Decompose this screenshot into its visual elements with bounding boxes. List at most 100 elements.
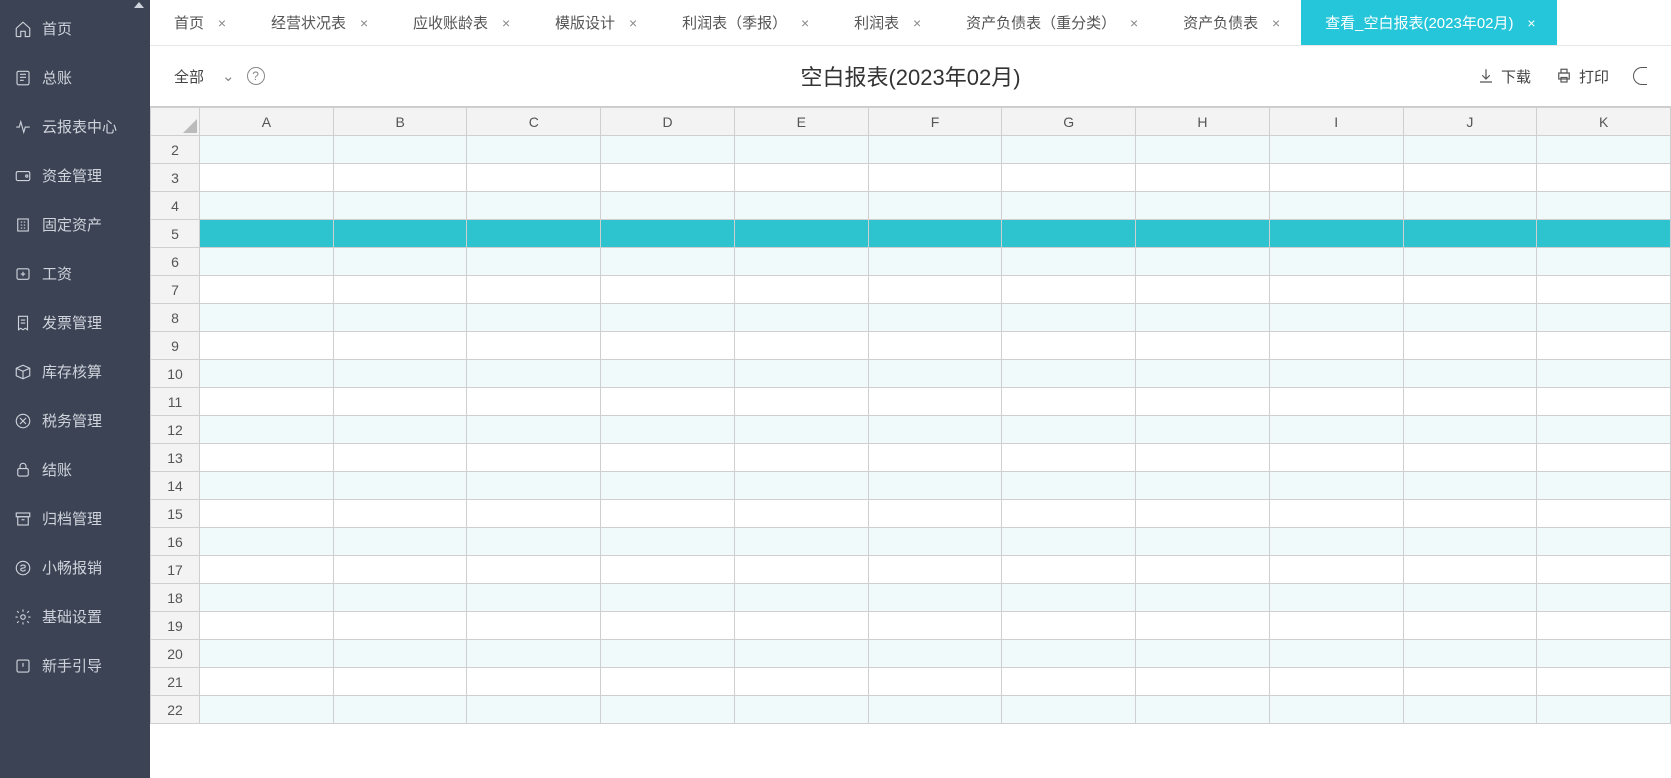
cell-C21[interactable]: [467, 668, 601, 696]
print-button[interactable]: 打印: [1555, 66, 1609, 87]
cell-A18[interactable]: [200, 584, 334, 612]
cell-D17[interactable]: [601, 556, 735, 584]
cell-F16[interactable]: [868, 528, 1002, 556]
cell-J9[interactable]: [1403, 332, 1537, 360]
cell-K9[interactable]: [1537, 332, 1671, 360]
tab-0[interactable]: 首页×: [150, 0, 247, 45]
close-icon[interactable]: ×: [625, 15, 641, 31]
cell-G16[interactable]: [1002, 528, 1136, 556]
row-header-8[interactable]: 8: [151, 304, 200, 332]
cell-K22[interactable]: [1537, 696, 1671, 724]
cell-E21[interactable]: [734, 668, 868, 696]
tab-7[interactable]: 资产负债表×: [1159, 0, 1301, 45]
cell-I5[interactable]: [1269, 220, 1403, 248]
cell-F22[interactable]: [868, 696, 1002, 724]
cell-F17[interactable]: [868, 556, 1002, 584]
sidebar-item-report-center[interactable]: 云报表中心: [0, 102, 150, 151]
sidebar-item-expense[interactable]: 小畅报销: [0, 543, 150, 592]
cell-D16[interactable]: [601, 528, 735, 556]
cell-J3[interactable]: [1403, 164, 1537, 192]
download-button[interactable]: 下载: [1477, 66, 1531, 87]
cell-K6[interactable]: [1537, 248, 1671, 276]
sidebar-item-tax[interactable]: 税务管理: [0, 396, 150, 445]
cell-D13[interactable]: [601, 444, 735, 472]
cell-H2[interactable]: [1136, 136, 1270, 164]
cell-C15[interactable]: [467, 500, 601, 528]
cell-E20[interactable]: [734, 640, 868, 668]
column-header-J[interactable]: J: [1403, 108, 1537, 136]
column-header-A[interactable]: A: [200, 108, 334, 136]
row-header-5[interactable]: 5: [151, 220, 200, 248]
sidebar-item-salary[interactable]: 工资: [0, 249, 150, 298]
cell-B2[interactable]: [333, 136, 467, 164]
sidebar-item-inventory[interactable]: 库存核算: [0, 347, 150, 396]
cell-E17[interactable]: [734, 556, 868, 584]
row-header-3[interactable]: 3: [151, 164, 200, 192]
cell-D12[interactable]: [601, 416, 735, 444]
cell-E10[interactable]: [734, 360, 868, 388]
row-header-17[interactable]: 17: [151, 556, 200, 584]
row-header-20[interactable]: 20: [151, 640, 200, 668]
cell-H15[interactable]: [1136, 500, 1270, 528]
cell-J2[interactable]: [1403, 136, 1537, 164]
cell-K21[interactable]: [1537, 668, 1671, 696]
cell-J22[interactable]: [1403, 696, 1537, 724]
cell-B12[interactable]: [333, 416, 467, 444]
tab-4[interactable]: 利润表（季报）×: [658, 0, 830, 45]
cell-K16[interactable]: [1537, 528, 1671, 556]
cell-F15[interactable]: [868, 500, 1002, 528]
cell-E11[interactable]: [734, 388, 868, 416]
cell-C19[interactable]: [467, 612, 601, 640]
cell-G17[interactable]: [1002, 556, 1136, 584]
cell-A13[interactable]: [200, 444, 334, 472]
cell-D15[interactable]: [601, 500, 735, 528]
row-header-6[interactable]: 6: [151, 248, 200, 276]
cell-F20[interactable]: [868, 640, 1002, 668]
cell-I9[interactable]: [1269, 332, 1403, 360]
row-header-19[interactable]: 19: [151, 612, 200, 640]
cell-G14[interactable]: [1002, 472, 1136, 500]
cell-J7[interactable]: [1403, 276, 1537, 304]
cell-A8[interactable]: [200, 304, 334, 332]
cell-F21[interactable]: [868, 668, 1002, 696]
cell-H20[interactable]: [1136, 640, 1270, 668]
cell-K5[interactable]: [1537, 220, 1671, 248]
cell-D2[interactable]: [601, 136, 735, 164]
cell-H22[interactable]: [1136, 696, 1270, 724]
cell-H21[interactable]: [1136, 668, 1270, 696]
cell-A6[interactable]: [200, 248, 334, 276]
cell-D3[interactable]: [601, 164, 735, 192]
cell-J6[interactable]: [1403, 248, 1537, 276]
sidebar-item-guide[interactable]: 新手引导: [0, 641, 150, 690]
row-header-11[interactable]: 11: [151, 388, 200, 416]
cell-G8[interactable]: [1002, 304, 1136, 332]
cell-J19[interactable]: [1403, 612, 1537, 640]
cell-I21[interactable]: [1269, 668, 1403, 696]
sidebar-item-closing[interactable]: 结账: [0, 445, 150, 494]
cell-H18[interactable]: [1136, 584, 1270, 612]
cell-B8[interactable]: [333, 304, 467, 332]
cell-E16[interactable]: [734, 528, 868, 556]
close-icon[interactable]: ×: [214, 15, 230, 31]
filter-select[interactable]: 全部 ⌄: [174, 66, 235, 87]
row-header-22[interactable]: 22: [151, 696, 200, 724]
refresh-icon[interactable]: [1633, 67, 1647, 85]
cell-B22[interactable]: [333, 696, 467, 724]
cell-D10[interactable]: [601, 360, 735, 388]
cell-G15[interactable]: [1002, 500, 1136, 528]
column-header-I[interactable]: I: [1269, 108, 1403, 136]
cell-B15[interactable]: [333, 500, 467, 528]
cell-B21[interactable]: [333, 668, 467, 696]
cell-B19[interactable]: [333, 612, 467, 640]
cell-E2[interactable]: [734, 136, 868, 164]
cell-K10[interactable]: [1537, 360, 1671, 388]
cell-F5[interactable]: [868, 220, 1002, 248]
row-header-4[interactable]: 4: [151, 192, 200, 220]
cell-K2[interactable]: [1537, 136, 1671, 164]
cell-I19[interactable]: [1269, 612, 1403, 640]
cell-K3[interactable]: [1537, 164, 1671, 192]
cell-G19[interactable]: [1002, 612, 1136, 640]
column-header-K[interactable]: K: [1537, 108, 1671, 136]
cell-G7[interactable]: [1002, 276, 1136, 304]
cell-C18[interactable]: [467, 584, 601, 612]
